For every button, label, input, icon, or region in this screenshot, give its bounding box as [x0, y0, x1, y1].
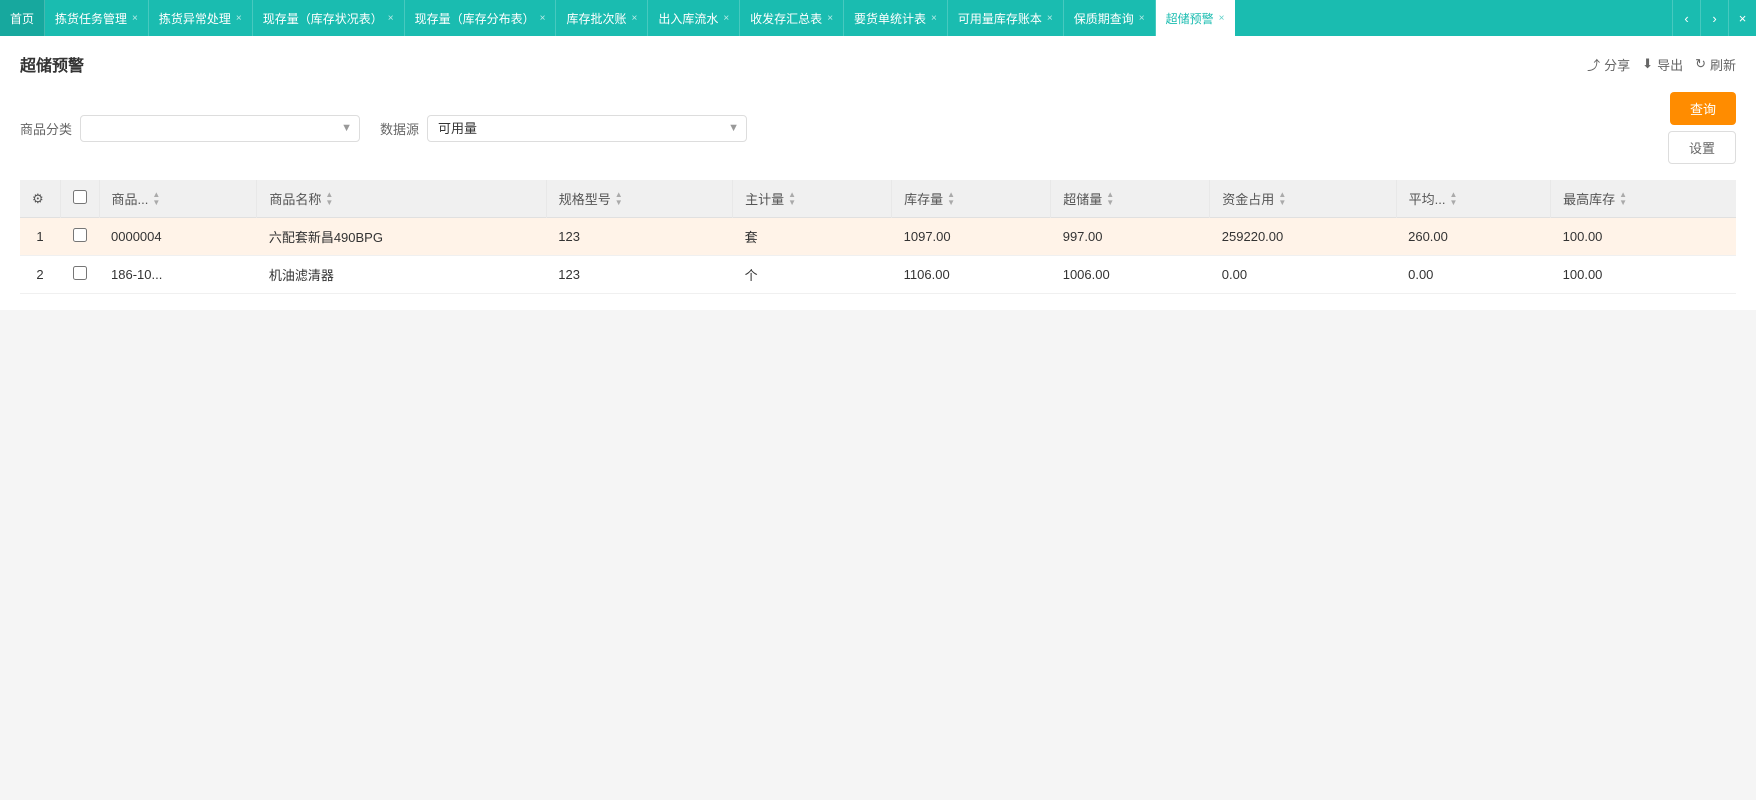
export-button[interactable]: ⬇ 导出 [1642, 55, 1683, 74]
close-icon[interactable]: × [1219, 13, 1225, 24]
close-icon[interactable]: × [931, 13, 937, 24]
settings-button[interactable]: 设置 [1668, 131, 1736, 164]
page-header: 超储预警 ⤴ 分享 ⬇ 导出 ↻ 刷新 [20, 52, 1736, 76]
cell-max-stock: 100.00 [1551, 256, 1736, 294]
nav-close-button[interactable]: × [1728, 0, 1756, 36]
col-header-capital[interactable]: 资金占用 ▲▼ [1210, 180, 1396, 218]
category-select-wrapper: ▼ [80, 115, 360, 142]
cell-unit: 套 [733, 218, 892, 256]
nav-item-exception[interactable]: 拣货异常处理 × [149, 0, 253, 36]
cell-overstock: 997.00 [1051, 218, 1210, 256]
row-checkbox[interactable] [73, 228, 87, 242]
cell-capital: 0.00 [1210, 256, 1396, 294]
cell-avg: 0.00 [1396, 256, 1551, 294]
select-all-checkbox[interactable] [73, 190, 87, 204]
nav-item-available-stock[interactable]: 可用量库存账本 × [948, 0, 1064, 36]
col-header-avg[interactable]: 平均... ▲▼ [1396, 180, 1551, 218]
nav-arrows: ‹ › × [1672, 0, 1756, 36]
nav-item-order-stat[interactable]: 要货单统计表 × [844, 0, 948, 36]
nav-item-home[interactable]: 首页 [0, 0, 45, 36]
share-icon: ⤴ [1587, 55, 1600, 74]
close-icon[interactable]: × [723, 13, 729, 24]
col-header-stock[interactable]: 库存量 ▲▼ [892, 180, 1051, 218]
cell-stock: 1097.00 [892, 218, 1051, 256]
col-header-overstock[interactable]: 超储量 ▲▼ [1051, 180, 1210, 218]
datasource-select[interactable]: 可用量 [427, 115, 747, 142]
table-header-row: ⚙ 商品... ▲▼ 商品名称 ▲▼ [20, 180, 1736, 218]
table-row: 2 186-10... 机油滤清器 123 个 1106.00 1006.00 … [20, 256, 1736, 294]
filter-actions: 查询 设置 [1668, 92, 1736, 164]
close-icon[interactable]: × [1139, 13, 1145, 24]
nav-item-stock-dist[interactable]: 现存量（库存分布表） × [405, 0, 557, 36]
nav-prev-button[interactable]: ‹ [1672, 0, 1700, 36]
share-button[interactable]: ⤴ 分享 [1587, 55, 1630, 74]
cell-product-code: 0000004 [99, 218, 257, 256]
nav-item-task-mgmt[interactable]: 拣货任务管理 × [45, 0, 149, 36]
cell-spec: 123 [546, 256, 732, 294]
filter-category: 商品分类 ▼ [20, 115, 360, 142]
page-content: 超储预警 ⤴ 分享 ⬇ 导出 ↻ 刷新 商品分类 ▼ [0, 36, 1756, 310]
cell-stock: 1106.00 [892, 256, 1051, 294]
query-button[interactable]: 查询 [1670, 92, 1736, 125]
data-table: ⚙ 商品... ▲▼ 商品名称 ▲▼ [20, 180, 1736, 294]
datasource-select-wrapper: 可用量 ▼ [427, 115, 747, 142]
col-header-product-name[interactable]: 商品名称 ▲▼ [257, 180, 546, 218]
col-header-spec[interactable]: 规格型号 ▲▼ [546, 180, 732, 218]
export-icon: ⬇ [1642, 56, 1653, 72]
nav-item-receipt-summary[interactable]: 收发存汇总表 × [740, 0, 844, 36]
nav-item-expiry[interactable]: 保质期查询 × [1064, 0, 1156, 36]
table-row: 1 0000004 六配套新昌490BPG 123 套 1097.00 997.… [20, 218, 1736, 256]
filter-datasource: 数据源 可用量 ▼ [380, 115, 747, 142]
close-icon[interactable]: × [132, 13, 138, 24]
header-actions: ⤴ 分享 ⬇ 导出 ↻ 刷新 [1587, 55, 1736, 74]
refresh-icon: ↻ [1695, 56, 1706, 72]
refresh-button[interactable]: ↻ 刷新 [1695, 55, 1736, 74]
cell-unit: 个 [733, 256, 892, 294]
row-number: 2 [20, 256, 60, 294]
cell-product-name: 机油滤清器 [257, 256, 546, 294]
cell-overstock: 1006.00 [1051, 256, 1210, 294]
row-checkbox-cell[interactable] [60, 218, 99, 256]
cell-capital: 259220.00 [1210, 218, 1396, 256]
close-icon[interactable]: × [236, 13, 242, 24]
nav-next-button[interactable]: › [1700, 0, 1728, 36]
gear-icon: ⚙ [32, 191, 44, 206]
gear-column-header[interactable]: ⚙ [20, 180, 60, 218]
nav-item-inout-flow[interactable]: 出入库流水 × [648, 0, 740, 36]
datasource-label: 数据源 [380, 119, 419, 138]
col-header-max-stock[interactable]: 最高库存 ▲▼ [1551, 180, 1736, 218]
category-select[interactable] [80, 115, 360, 142]
col-header-product-code[interactable]: 商品... ▲▼ [99, 180, 257, 218]
close-icon[interactable]: × [827, 13, 833, 24]
row-checkbox-cell[interactable] [60, 256, 99, 294]
close-icon[interactable]: × [540, 13, 546, 24]
checkbox-column-header[interactable] [60, 180, 99, 218]
close-icon[interactable]: × [388, 13, 394, 24]
nav-item-stock-status[interactable]: 现存量（库存状况表） × [253, 0, 405, 36]
col-header-unit[interactable]: 主计量 ▲▼ [733, 180, 892, 218]
row-checkbox[interactable] [73, 266, 87, 280]
cell-spec: 123 [546, 218, 732, 256]
page-title: 超储预警 [20, 52, 84, 76]
close-icon[interactable]: × [1047, 13, 1053, 24]
cell-product-code: 186-10... [99, 256, 257, 294]
top-navigation: 首页 拣货任务管理 × 拣货异常处理 × 现存量（库存状况表） × 现存量（库存… [0, 0, 1756, 36]
cell-max-stock: 100.00 [1551, 218, 1736, 256]
close-icon[interactable]: × [631, 13, 637, 24]
row-number: 1 [20, 218, 60, 256]
nav-item-batch[interactable]: 库存批次账 × [556, 0, 648, 36]
cell-product-name: 六配套新昌490BPG [257, 218, 546, 256]
nav-item-overstock[interactable]: 超储预警 × [1156, 0, 1236, 36]
filter-row: 商品分类 ▼ 数据源 可用量 ▼ 查询 设置 [20, 92, 1736, 164]
category-label: 商品分类 [20, 119, 72, 138]
cell-avg: 260.00 [1396, 218, 1551, 256]
